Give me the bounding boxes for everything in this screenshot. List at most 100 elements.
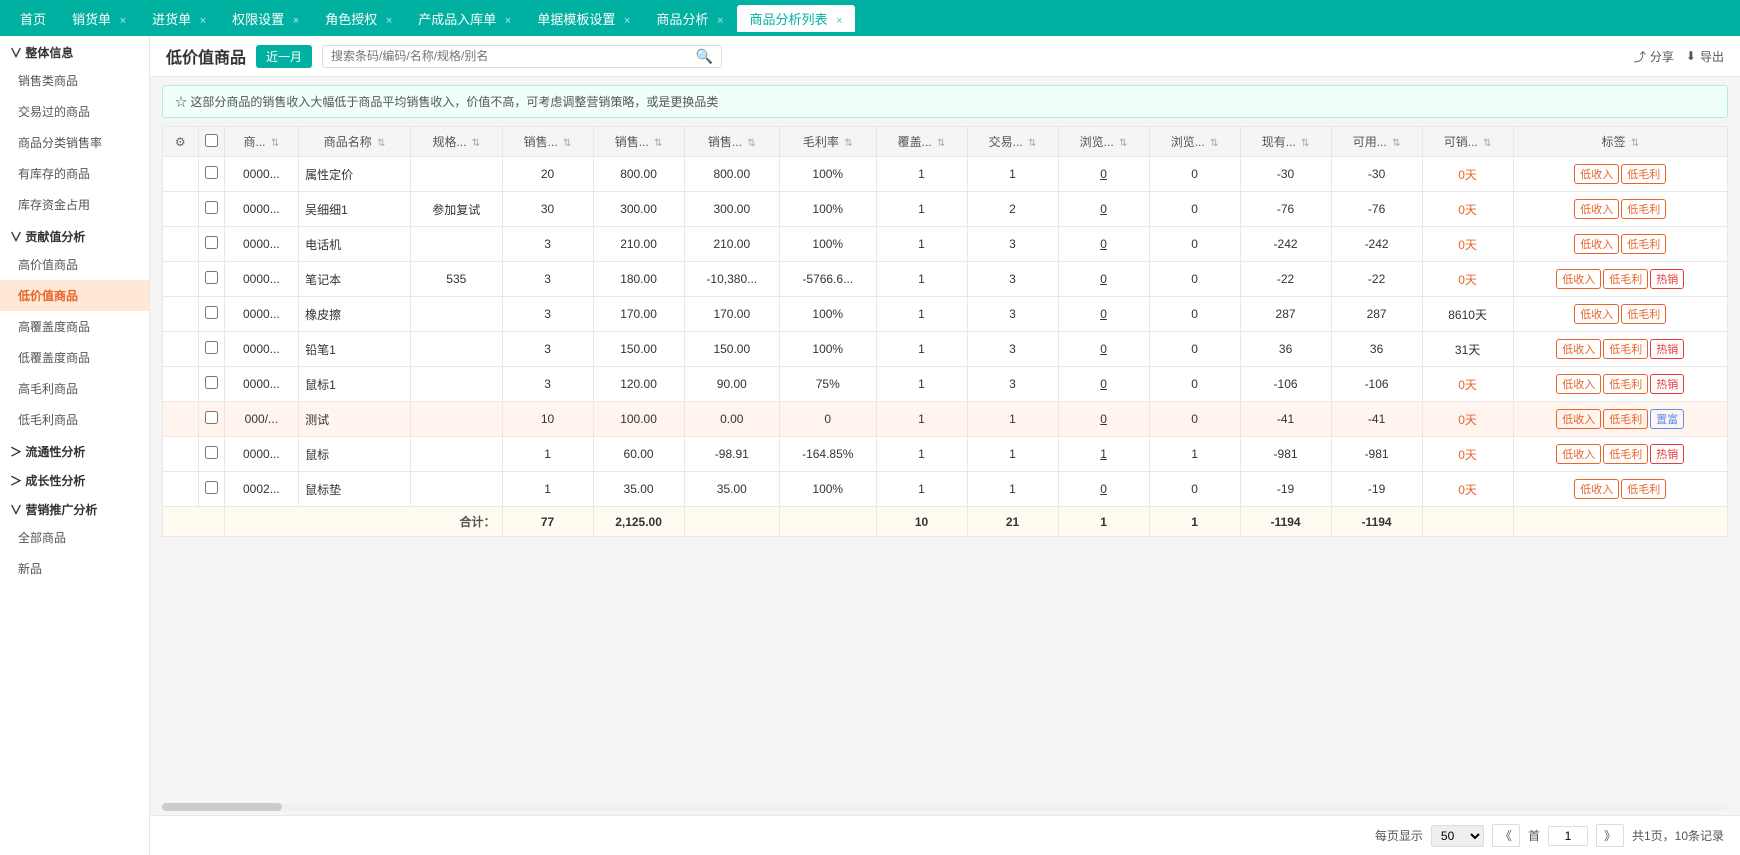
row-checkbox-input[interactable] <box>205 481 218 494</box>
last-page-button[interactable]: 》 <box>1596 824 1624 847</box>
gross-margin-column-header[interactable]: 毛利率 ⇅ <box>780 127 876 157</box>
nav-template[interactable]: 单据模板设置 × <box>525 5 642 32</box>
row-checkbox[interactable] <box>198 262 224 297</box>
sales-qty-column-header[interactable]: 销售... ⇅ <box>502 127 593 157</box>
row-checkbox-input[interactable] <box>205 411 218 424</box>
group-marketing[interactable]: ∨ 营销推广分析 <box>0 493 149 522</box>
coverage-column-header[interactable]: 覆盖... ⇅ <box>876 127 967 157</box>
row-checkbox-input[interactable] <box>205 166 218 179</box>
close-analysis-list-icon[interactable]: × <box>836 15 842 27</box>
close-sales-icon[interactable]: × <box>120 15 126 27</box>
row-checkbox[interactable] <box>198 192 224 227</box>
browse1-link[interactable]: 0 <box>1100 307 1107 321</box>
browse1-link[interactable]: 0 <box>1100 377 1107 391</box>
current-column-header[interactable]: 现有... ⇅ <box>1240 127 1331 157</box>
sales-price-column-header[interactable]: 销售... ⇅ <box>593 127 684 157</box>
row-checkbox[interactable] <box>198 332 224 367</box>
nav-permissions[interactable]: 权限设置 × <box>220 5 311 32</box>
sidebar-item-capital[interactable]: 库存资金占用 <box>0 189 149 220</box>
code-column-header[interactable]: 商... ⇅ <box>224 127 298 157</box>
sidebar-item-all-products[interactable]: 全部商品 <box>0 522 149 553</box>
transaction-column-header[interactable]: 交易... ⇅ <box>967 127 1058 157</box>
browse1-link[interactable]: 0 <box>1100 482 1107 496</box>
search-icon[interactable]: 🔍 <box>696 48 713 65</box>
browse1-column-header[interactable]: 浏览... ⇅ <box>1058 127 1149 157</box>
close-product-in-icon[interactable]: × <box>505 15 511 27</box>
row-checkbox[interactable] <box>198 437 224 472</box>
per-page-select[interactable]: 50 100 200 <box>1431 825 1484 847</box>
nav-analysis[interactable]: 商品分析 × <box>644 5 735 32</box>
row-checkbox-input[interactable] <box>205 201 218 214</box>
sidebar-item-high-coverage[interactable]: 高覆盖度商品 <box>0 311 149 342</box>
row-settings <box>163 332 199 367</box>
sidebar-item-high-value[interactable]: 高价值商品 <box>0 249 149 280</box>
time-filter-button[interactable]: 近一月 <box>256 45 312 68</box>
browse1-link[interactable]: 0 <box>1100 342 1107 356</box>
row-coverage: 1 <box>876 227 967 262</box>
checkbox-column-header[interactable] <box>198 127 224 157</box>
browse2-column-header[interactable]: 浏览... ⇅ <box>1149 127 1240 157</box>
row-checkbox[interactable] <box>198 157 224 192</box>
row-checkbox[interactable] <box>198 297 224 332</box>
close-roles-icon[interactable]: × <box>386 15 392 27</box>
sidebar-item-traded[interactable]: 交易过的商品 <box>0 96 149 127</box>
row-checkbox[interactable] <box>198 227 224 262</box>
first-page-button[interactable]: 《 <box>1492 824 1520 847</box>
row-checkbox-input[interactable] <box>205 341 218 354</box>
group-contribution[interactable]: ∨ 贡献值分析 <box>0 220 149 249</box>
nav-product-in[interactable]: 产成品入库单 × <box>406 5 523 32</box>
settings-icon[interactable]: ⚙ <box>175 135 186 149</box>
row-checkbox[interactable] <box>198 402 224 437</box>
row-checkbox[interactable] <box>198 472 224 507</box>
current-page-input[interactable] <box>1548 826 1588 846</box>
browse1-link[interactable]: 0 <box>1100 412 1107 426</box>
row-checkbox-input[interactable] <box>205 376 218 389</box>
sidebar-item-inventory[interactable]: 有库存的商品 <box>0 158 149 189</box>
group-overall[interactable]: ∨ 整体信息 <box>0 36 149 65</box>
close-template-icon[interactable]: × <box>624 15 630 27</box>
sales-amount-column-header[interactable]: 销售... ⇅ <box>684 127 779 157</box>
row-checkbox-input[interactable] <box>205 446 218 459</box>
row-checkbox-input[interactable] <box>205 236 218 249</box>
browse1-link[interactable]: 0 <box>1100 237 1107 251</box>
sidebar-item-sales-products[interactable]: 销售类商品 <box>0 65 149 96</box>
export-button[interactable]: ⬇ 导出 <box>1686 48 1724 65</box>
group-circulation[interactable]: ＞ 流通性分析 <box>0 435 149 464</box>
browse1-link[interactable]: 0 <box>1100 167 1107 181</box>
settings-column-header[interactable]: ⚙ <box>163 127 199 157</box>
select-all-checkbox[interactable] <box>205 134 218 147</box>
sidebar-item-category-rate[interactable]: 商品分类销售率 <box>0 127 149 158</box>
sidebar-item-new-products[interactable]: 新品 <box>0 553 149 584</box>
nav-home[interactable]: 首页 <box>8 5 58 32</box>
sidebar-item-low-value[interactable]: 低价值商品 <box>0 280 149 311</box>
sidebar-item-low-margin[interactable]: 低毛利商品 <box>0 404 149 435</box>
close-purchase-icon[interactable]: × <box>200 15 206 27</box>
row-sales-amount: 300.00 <box>684 192 779 227</box>
sidebar-item-low-coverage[interactable]: 低覆盖度商品 <box>0 342 149 373</box>
name-column-header[interactable]: 商品名称 ⇅ <box>299 127 411 157</box>
close-permissions-icon[interactable]: × <box>293 15 299 27</box>
row-checkbox-input[interactable] <box>205 306 218 319</box>
nav-purchase[interactable]: 进货单 × <box>140 5 218 32</box>
sidebar-item-high-margin[interactable]: 高毛利商品 <box>0 373 149 404</box>
saleable-column-header[interactable]: 可销... ⇅ <box>1422 127 1513 157</box>
group-growth[interactable]: ＞ 成长性分析 <box>0 464 149 493</box>
browse1-link[interactable]: 0 <box>1100 272 1107 286</box>
row-checkbox[interactable] <box>198 367 224 402</box>
close-analysis-icon[interactable]: × <box>717 15 723 27</box>
nav-sales[interactable]: 销货单 × <box>60 5 138 32</box>
horizontal-scrollbar[interactable] <box>162 803 1728 811</box>
browse1-link[interactable]: 0 <box>1100 202 1107 216</box>
tags-column-header[interactable]: 标签 ⇅ <box>1513 127 1727 157</box>
nav-analysis-list[interactable]: 商品分析列表 × <box>737 5 854 32</box>
available-column-header[interactable]: 可用... ⇅ <box>1331 127 1422 157</box>
nav-roles[interactable]: 角色授权 × <box>313 5 404 32</box>
search-input[interactable] <box>331 49 690 63</box>
share-button[interactable]: ⤴ 分享 <box>1634 48 1674 65</box>
row-checkbox-input[interactable] <box>205 271 218 284</box>
scroll-thumb[interactable] <box>162 803 282 811</box>
row-sales-qty: 3 <box>502 297 593 332</box>
row-sales-price: 35.00 <box>593 472 684 507</box>
spec-column-header[interactable]: 规格... ⇅ <box>411 127 502 157</box>
browse1-link[interactable]: 1 <box>1100 447 1107 461</box>
